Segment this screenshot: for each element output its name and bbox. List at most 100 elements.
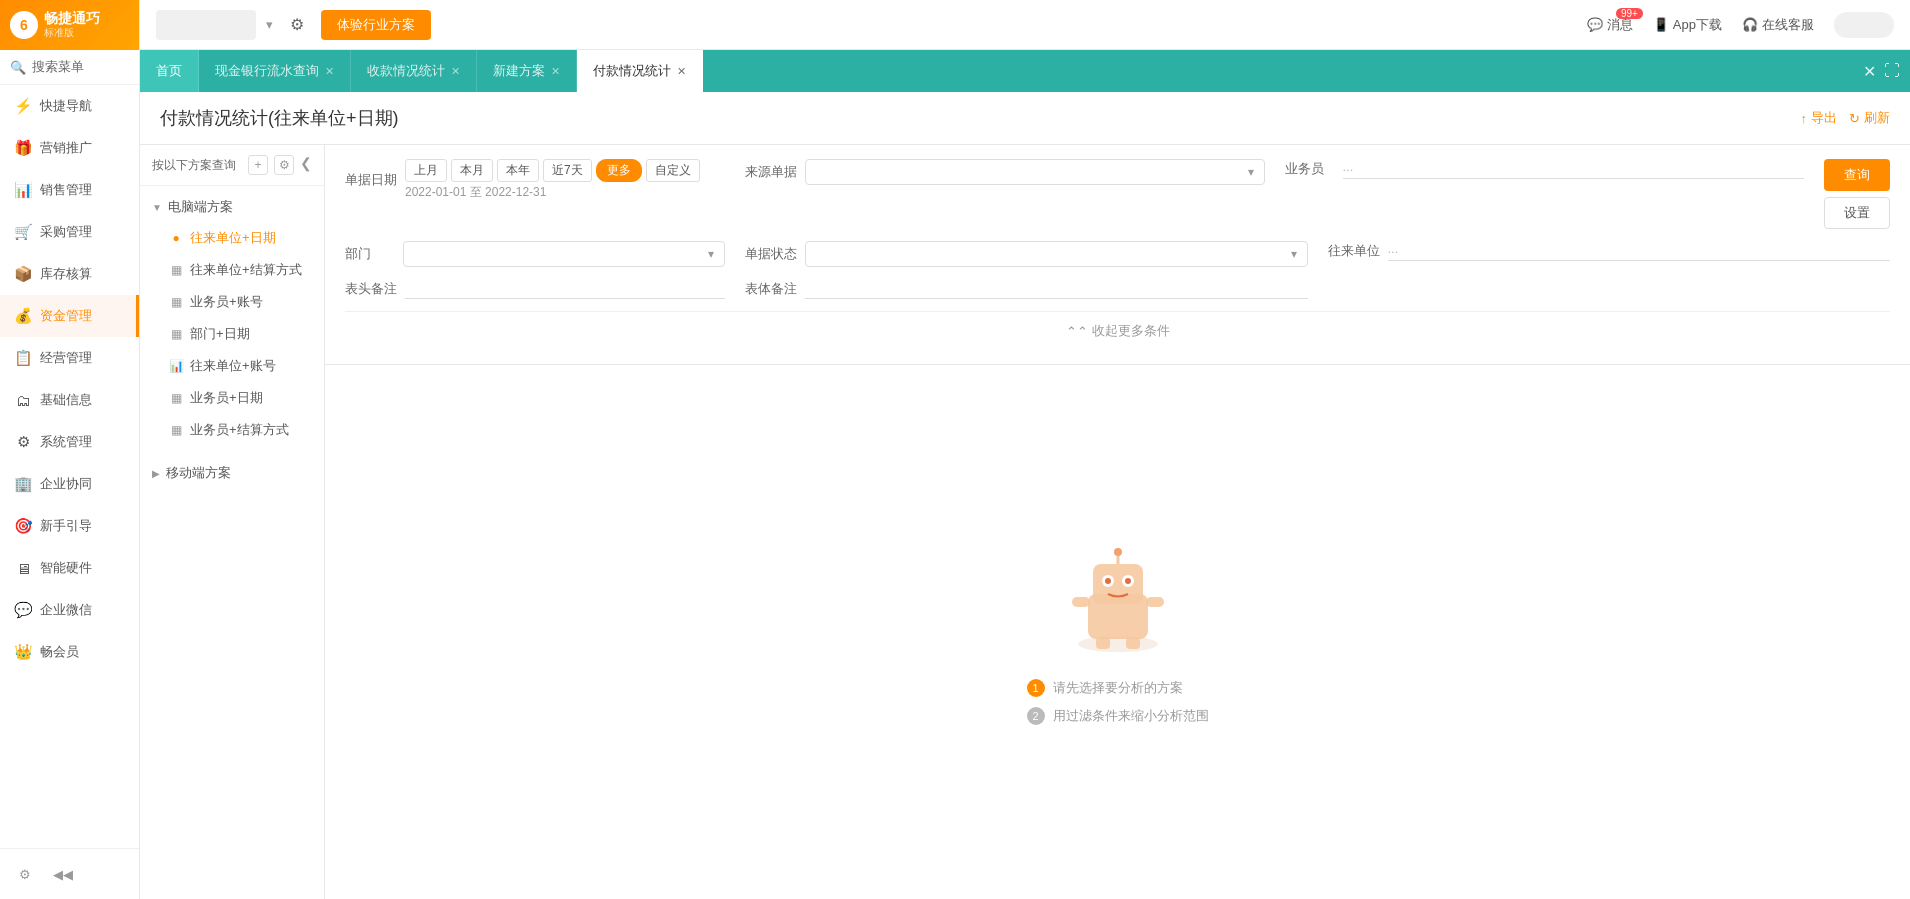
add-scheme-btn[interactable]: +: [248, 155, 268, 175]
tab-payment-stats[interactable]: 付款情况统计 ✕: [577, 50, 703, 92]
table-body-input[interactable]: [805, 279, 1308, 294]
export-label: 导出: [1811, 109, 1837, 127]
sidebar-item-basic[interactable]: 🗂 基础信息: [0, 379, 139, 421]
tab-new-scheme-close-icon[interactable]: ✕: [551, 65, 560, 78]
filter-docstatus-item: 单据状态 ▾: [745, 241, 1308, 267]
staff-input[interactable]: [1343, 159, 1805, 174]
tab-bank-flow-close-icon[interactable]: ✕: [325, 65, 334, 78]
dept-label: 部门: [345, 245, 395, 263]
scheme-chart-icon: 📊: [168, 358, 184, 374]
collapse-more-btn[interactable]: ⌃⌃ 收起更多条件: [1066, 322, 1170, 340]
source-select[interactable]: ▾: [805, 159, 1265, 185]
app-download-icon: 📱: [1653, 17, 1669, 32]
date-btn-this-month[interactable]: 本月: [451, 159, 493, 182]
tip-num-2: 2: [1027, 707, 1045, 725]
staff-label: 业务员: [1285, 160, 1335, 178]
dept-select[interactable]: ▾: [403, 241, 725, 267]
search-label: 搜索菜单: [32, 58, 84, 76]
mobile-group-label: 移动端方案: [166, 464, 231, 482]
tab-receipt-stats[interactable]: 收款情况统计 ✕: [351, 50, 477, 92]
app-download-label: App下载: [1673, 16, 1722, 34]
scheme-item-staff-settle[interactable]: ▦ 业务员+结算方式: [140, 414, 324, 446]
tab-close-all-btn[interactable]: ✕: [1863, 62, 1876, 81]
scheme-item-unit-account[interactable]: 📊 往来单位+账号: [140, 350, 324, 382]
left-panel-title: 按以下方案查询: [152, 157, 236, 174]
left-panel-header: 按以下方案查询 + ⚙ ❮: [140, 145, 324, 186]
online-service-action[interactable]: 🎧 在线客服: [1742, 16, 1814, 34]
tab-receipt-stats-label: 收款情况统计: [367, 62, 445, 80]
sidebar-item-system[interactable]: ⚙ 系统管理: [0, 421, 139, 463]
scheme-settings-btn[interactable]: ⚙: [274, 155, 294, 175]
scheme-item-label: 业务员+结算方式: [190, 421, 289, 439]
date-options: 上月 本月 本年 近7天 更多 自定义 2022-01-01 至 2022-12…: [405, 159, 700, 201]
tip-text-1: 请先选择要分析的方案: [1053, 679, 1183, 697]
panel-collapse-btn[interactable]: ❮: [300, 155, 312, 175]
mobile-scheme-group: ▶ 移动端方案: [140, 452, 324, 494]
pc-group-arrow-icon: ▼: [152, 202, 162, 213]
sidebar-item-guide[interactable]: 🎯 新手引导: [0, 505, 139, 547]
tab-receipt-stats-close-icon[interactable]: ✕: [451, 65, 460, 78]
app-download-action[interactable]: 📱 App下载: [1653, 16, 1722, 34]
docstatus-select[interactable]: ▾: [805, 241, 1308, 267]
sidebar-item-wechat[interactable]: 💬 企业微信: [0, 589, 139, 631]
scheme-item-unit-settle[interactable]: ▦ 往来单位+结算方式: [140, 254, 324, 286]
date-btn-this-year[interactable]: 本年: [497, 159, 539, 182]
export-btn[interactable]: ↑ 导出: [1801, 109, 1838, 127]
scheme-item-staff-date[interactable]: ▦ 业务员+日期: [140, 382, 324, 414]
scheme-item-dept-date[interactable]: ▦ 部门+日期: [140, 318, 324, 350]
tab-home[interactable]: 首页: [140, 50, 199, 92]
tab-payment-stats-close-icon[interactable]: ✕: [677, 65, 686, 78]
header-gear-btn[interactable]: ⚙: [283, 11, 311, 39]
sidebar-nav: ⚡ 快捷导航 🎁 营销推广 📊 销售管理 🛒 采购管理 📦 库存核算 💰 资金管…: [0, 85, 139, 848]
tab-expand-btn[interactable]: ⛶: [1884, 62, 1900, 80]
svg-point-8: [1114, 548, 1122, 556]
date-btn-7days[interactable]: 近7天: [543, 159, 592, 182]
sidebar-item-hardware[interactable]: 🖥 智能硬件: [0, 547, 139, 589]
sidebar-item-finance[interactable]: 💰 资金管理: [0, 295, 139, 337]
pc-group-header[interactable]: ▼ 电脑端方案: [140, 192, 324, 222]
experience-btn[interactable]: 体验行业方案: [321, 10, 431, 40]
sidebar-item-company[interactable]: 🏢 企业协同: [0, 463, 139, 505]
date-btn-custom[interactable]: 自定义: [646, 159, 700, 182]
message-action[interactable]: 💬 消息 99+: [1587, 16, 1633, 34]
sidebar-item-inventory[interactable]: 📦 库存核算: [0, 253, 139, 295]
sidebar-item-sales[interactable]: 📊 销售管理: [0, 169, 139, 211]
search-menu[interactable]: 🔍 搜索菜单: [0, 50, 139, 85]
sidebar-collapse-btn[interactable]: ◀◀: [48, 859, 78, 889]
scheme-item-label: 往来单位+账号: [190, 357, 276, 375]
header-dropdown-icon[interactable]: ▾: [266, 17, 273, 32]
refresh-btn[interactable]: ↻ 刷新: [1849, 109, 1890, 127]
sidebar-item-member[interactable]: 👑 畅会员: [0, 631, 139, 673]
header-logo-area: [156, 10, 256, 40]
partner-input[interactable]: [1388, 241, 1891, 256]
query-btn[interactable]: 查询: [1824, 159, 1890, 191]
operation-icon: 📋: [14, 349, 32, 367]
user-avatar[interactable]: [1834, 12, 1894, 38]
dept-dropdown-icon: ▾: [708, 247, 714, 261]
sidebar-item-operation[interactable]: 📋 经营管理: [0, 337, 139, 379]
filter-row-1: 单据日期 上月 本月 本年 近7天 更多 自定义 20: [345, 159, 1890, 229]
date-btn-last-month[interactable]: 上月: [405, 159, 447, 182]
table-header-input[interactable]: [405, 279, 725, 294]
source-label: 来源单据: [745, 163, 797, 181]
sidebar-item-label: 库存核算: [40, 265, 92, 283]
mobile-group-header[interactable]: ▶ 移动端方案: [140, 458, 324, 488]
sidebar-item-marketing[interactable]: 🎁 营销推广: [0, 127, 139, 169]
tab-bank-flow[interactable]: 现金银行流水查询 ✕: [199, 50, 351, 92]
tab-home-label: 首页: [156, 62, 182, 80]
sidebar-item-purchase[interactable]: 🛒 采购管理: [0, 211, 139, 253]
company-icon: 🏢: [14, 475, 32, 493]
date-buttons: 上月 本月 本年 近7天 更多 自定义: [405, 159, 700, 182]
tab-new-scheme[interactable]: 新建方案 ✕: [477, 50, 577, 92]
sidebar-settings-btn[interactable]: ⚙: [10, 859, 40, 889]
sidebar-item-label: 新手引导: [40, 517, 92, 535]
sidebar-item-label: 资金管理: [40, 307, 92, 325]
svg-rect-10: [1126, 637, 1140, 649]
app-name: 畅捷通巧: [44, 10, 100, 27]
empty-tip-2: 2 用过滤条件来缩小分析范围: [1027, 707, 1209, 725]
scheme-item-unit-date[interactable]: ● 往来单位+日期: [140, 222, 324, 254]
settings-btn[interactable]: 设置: [1824, 197, 1890, 229]
scheme-item-staff-account[interactable]: ▦ 业务员+账号: [140, 286, 324, 318]
sidebar-item-quick-nav[interactable]: ⚡ 快捷导航: [0, 85, 139, 127]
date-btn-more[interactable]: 更多: [596, 159, 642, 182]
